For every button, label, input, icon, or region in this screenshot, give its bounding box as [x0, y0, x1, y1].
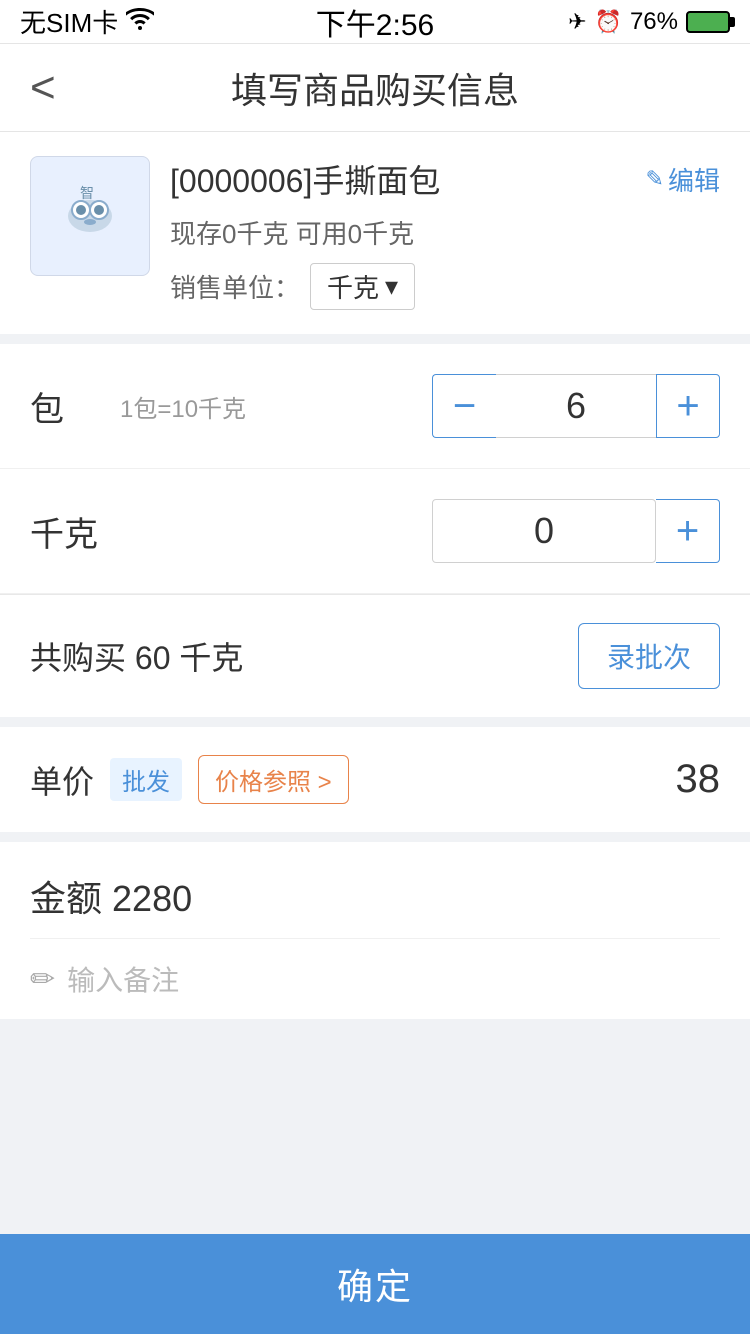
svg-text:智: 智	[80, 185, 94, 201]
quantity-controls-kg: +	[432, 499, 720, 563]
unit-prefix: 销售单位：	[170, 268, 300, 305]
product-info: [0000006]手撕面包 ✎ 编辑 现存0千克 可用0千克 销售单位： 千克 …	[170, 156, 720, 310]
edit-button[interactable]: ✎ 编辑	[646, 161, 720, 198]
confirm-button[interactable]: 确定	[0, 1234, 750, 1334]
qty-plus-bao[interactable]: +	[656, 374, 720, 438]
location-icon: ✈	[568, 9, 586, 35]
amount-section: 金额 2280 ✏ 输入备注	[0, 842, 750, 1019]
quantity-label-bao: 包	[30, 382, 110, 431]
status-carrier: 无SIM卡	[20, 3, 154, 40]
quantity-section: 包 1包=10千克 − + 千克 +	[0, 344, 750, 595]
wifi-icon	[126, 6, 154, 37]
carrier-text: 无SIM卡	[20, 3, 118, 40]
qty-input-kg[interactable]	[432, 499, 656, 563]
amount-row: 金额 2280	[30, 870, 720, 922]
unit-selector[interactable]: 千克 ▾	[310, 263, 415, 310]
nav-bar: < 填写商品购买信息	[0, 44, 750, 132]
qty-minus-bao[interactable]: −	[432, 374, 496, 438]
quantity-row-kg: 千克 +	[0, 469, 750, 594]
price-label: 单价	[30, 757, 94, 803]
battery-pct: 76%	[630, 8, 678, 36]
product-logo-icon: 智	[58, 178, 122, 254]
price-tag-wholesale: 批发	[110, 758, 182, 801]
quantity-label-kg: 千克	[30, 507, 110, 556]
note-placeholder[interactable]: 输入备注	[67, 959, 179, 999]
page-title: 填写商品购买信息	[231, 62, 519, 114]
total-row: 共购买 60 千克 录批次	[0, 595, 750, 727]
price-value: 38	[365, 757, 720, 802]
edit-icon: ✎	[646, 166, 664, 192]
status-bar: 无SIM卡 下午2:56 ✈ ⏰ 76%	[0, 0, 750, 44]
product-unit-row: 销售单位： 千克 ▾	[170, 263, 720, 310]
page-content: 智 [0000006]手撕面包 ✎ 编辑 现存0千克 可用0千克 销售单位： 千…	[0, 132, 750, 1334]
status-right: ✈ ⏰ 76%	[568, 8, 730, 36]
product-card: 智 [0000006]手撕面包 ✎ 编辑 现存0千克 可用0千克 销售单位： 千…	[0, 132, 750, 344]
product-stock: 现存0千克 可用0千克	[170, 214, 720, 251]
spacer	[0, 1019, 750, 1234]
quantity-controls-bao: − +	[432, 374, 720, 438]
amount-label: 金额	[30, 878, 102, 919]
quantity-row-bao: 包 1包=10千克 − +	[0, 344, 750, 469]
dropdown-arrow-icon: ▾	[385, 271, 398, 302]
pencil-icon: ✏	[30, 962, 55, 997]
price-ref-button[interactable]: 价格参照 >	[198, 755, 349, 804]
price-section: 单价 批发 价格参照 > 38	[0, 727, 750, 842]
batch-button[interactable]: 录批次	[578, 623, 720, 689]
product-name: [0000006]手撕面包	[170, 156, 440, 202]
back-button[interactable]: <	[30, 63, 80, 113]
product-image: 智	[30, 156, 150, 276]
total-text: 共购买 60 千克	[30, 633, 243, 679]
note-row[interactable]: ✏ 输入备注	[30, 938, 720, 1019]
qty-plus-kg[interactable]: +	[656, 499, 720, 563]
battery-icon	[686, 11, 730, 33]
qty-input-bao[interactable]	[496, 374, 656, 438]
product-title-row: [0000006]手撕面包 ✎ 编辑	[170, 156, 720, 202]
status-time: 下午2:56	[316, 0, 434, 44]
alarm-icon: ⏰	[595, 9, 622, 35]
amount-value: 2280	[112, 878, 192, 919]
quantity-hint-bao: 1包=10千克	[120, 389, 432, 424]
